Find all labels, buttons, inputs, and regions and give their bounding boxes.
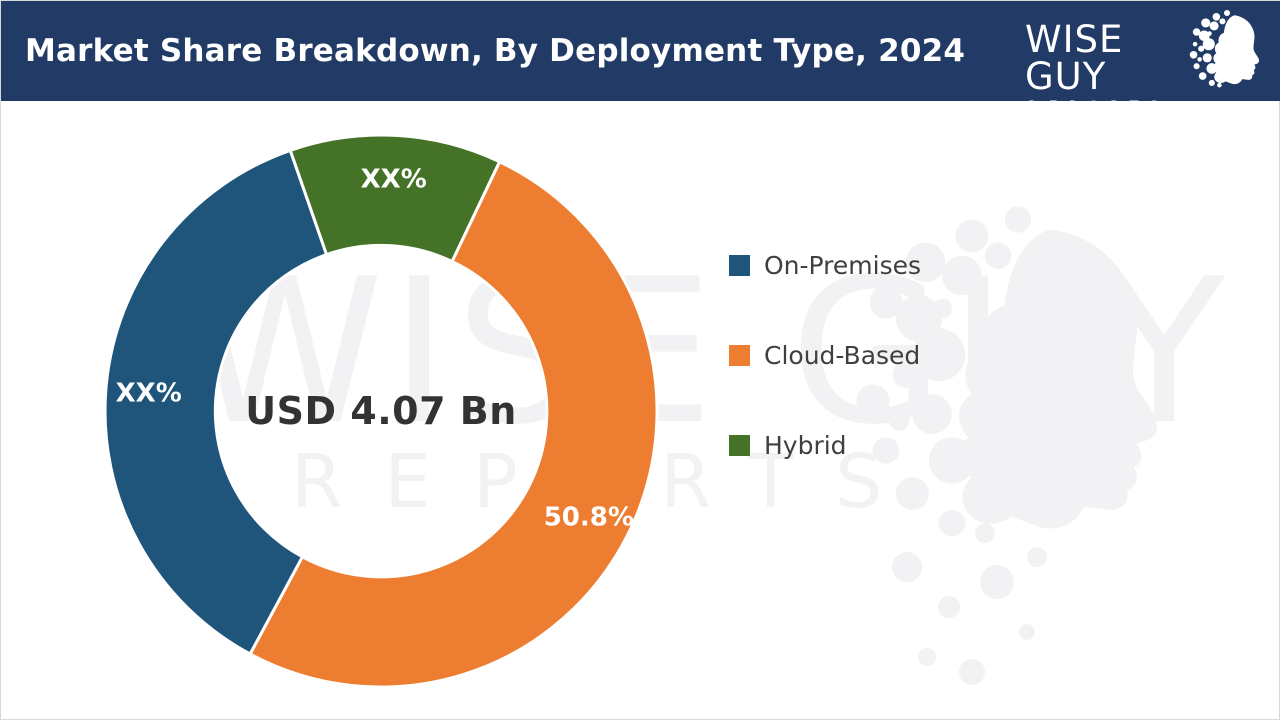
donut-chart: XX% 50.8% XX% USD 4.07 Bn	[101, 131, 661, 691]
slice-label-cloud-based: 50.8%	[544, 502, 634, 532]
legend-item-cloud-based: Cloud-Based	[729, 340, 921, 370]
legend-item-hybrid: Hybrid	[729, 430, 921, 460]
report-page: WISE GUY REPORTS Market Share Breakdown,…	[0, 0, 1280, 720]
chart-legend: On-Premises Cloud-Based Hybrid	[729, 251, 921, 521]
brand-head-icon	[1189, 9, 1260, 88]
page-title: Market Share Breakdown, By Deployment Ty…	[25, 33, 966, 69]
chart-center-value: USD 4.07 Bn	[245, 389, 517, 433]
brand-name: WISE GUY	[1025, 18, 1124, 98]
legend-label: Cloud-Based	[764, 340, 921, 370]
legend-swatch	[729, 254, 750, 276]
slice-label-hybrid: XX%	[361, 164, 427, 194]
legend-swatch	[729, 344, 750, 366]
legend-label: On-Premises	[764, 250, 922, 280]
watermark-dots	[892, 547, 1047, 685]
legend-item-on-premises: On-Premises	[729, 250, 922, 280]
legend-swatch	[729, 434, 750, 456]
slice-label-on-premises: XX%	[116, 379, 182, 409]
header-bar: Market Share Breakdown, By Deployment Ty…	[1, 1, 1280, 115]
brand-subtitle: REPORTS	[1028, 99, 1170, 115]
brand-logo: WISE GUY REPORTS	[1025, 9, 1265, 115]
brand-logo-text: WISE GUY REPORTS	[1025, 21, 1185, 115]
legend-label: Hybrid	[764, 430, 847, 460]
